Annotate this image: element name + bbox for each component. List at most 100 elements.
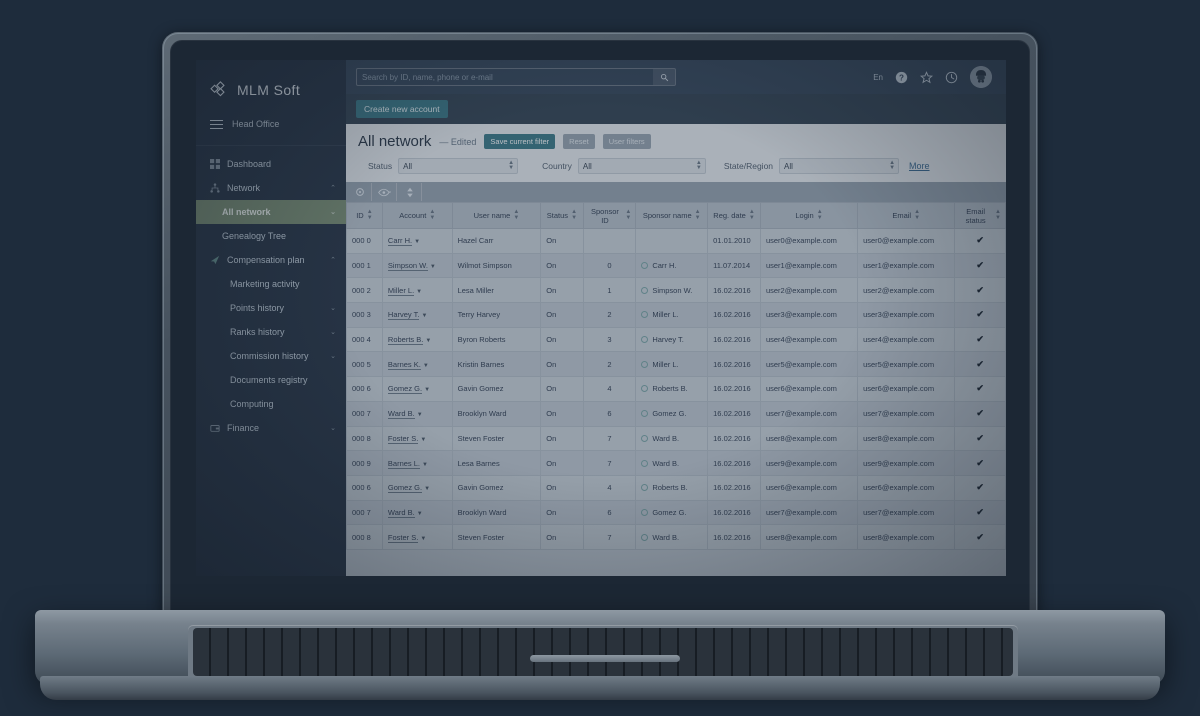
account-link[interactable]: Ward B. xyxy=(387,409,415,420)
table-row[interactable]: 000 8 Foster S. ▼ Steven Foster On 7 Ward B. 16… xyxy=(346,425,1006,452)
chevron-down-icon[interactable]: ▼ xyxy=(425,338,431,344)
sidebar-item-points-history[interactable]: Points history ⌄ xyxy=(196,296,346,320)
cell-account[interactable]: Barnes K. ▼ xyxy=(381,351,453,378)
chevron-down-icon[interactable]: ▼ xyxy=(420,536,426,542)
cell-account[interactable]: Ward B. ▼ xyxy=(381,400,453,427)
create-new-account-button[interactable]: Create new account xyxy=(356,100,448,118)
cell-account[interactable]: Simpson W. ▼ xyxy=(381,252,453,279)
sidebar-item-computing[interactable]: Computing xyxy=(196,392,346,416)
table-row[interactable]: 000 8 Foster S. ▼ Steven Foster On 7 Ward B. 16… xyxy=(346,524,1006,550)
column-header-id[interactable]: ID ▲ ▼ xyxy=(346,202,383,229)
table-row[interactable]: 000 4 Roberts B. ▼ Byron Roberts On 3 Harvey T… xyxy=(346,326,1006,353)
chevron-down-icon[interactable]: ▼ xyxy=(422,462,428,468)
gear-icon[interactable] xyxy=(348,183,372,201)
filter-status-select[interactable]: All xyxy=(398,158,519,174)
chevron-down-icon[interactable]: ▼ xyxy=(414,239,420,245)
account-link[interactable]: Gomez G. xyxy=(387,384,423,395)
cell-account[interactable]: Foster S. ▼ xyxy=(381,425,453,452)
chevron-down-icon[interactable]: ▼ xyxy=(423,363,429,369)
account-link[interactable]: Simpson W. xyxy=(387,261,428,272)
help-icon[interactable]: ? xyxy=(895,71,908,84)
account-link[interactable]: Foster S. xyxy=(387,433,419,444)
sort-icon[interactable]: ▲ ▼ xyxy=(914,209,920,220)
sort-icon[interactable]: ▲ ▼ xyxy=(571,209,577,220)
clock-icon[interactable] xyxy=(945,71,958,84)
chevron-down-icon[interactable]: ▼ xyxy=(424,387,430,393)
table-row[interactable]: 000 7 Ward B. ▼ Brooklyn Ward On 6 Gomez G. 16.… xyxy=(346,499,1006,526)
search-box[interactable] xyxy=(356,68,676,86)
chevron-down-icon[interactable]: ▼ xyxy=(417,511,423,517)
sidebar-item-network[interactable]: Network ⌃ xyxy=(196,176,346,200)
account-link[interactable]: Harvey T. xyxy=(387,310,420,321)
more-filters-link[interactable]: More xyxy=(909,161,930,171)
brand-logo[interactable]: MLM Soft xyxy=(196,60,346,100)
table-row[interactable]: 000 6 Gomez G. ▼ Gavin Gomez On 4 Roberts B. 16… xyxy=(346,376,1006,402)
column-header-email[interactable]: Email ▲ ▼ xyxy=(857,202,956,229)
table-row[interactable]: 000 3 Harvey T. ▼ Terry Harvey On 2 Miller L. 1… xyxy=(346,302,1006,328)
column-header-sponsor-id[interactable]: Sponsor ID ▲ ▼ xyxy=(582,202,637,229)
account-link[interactable]: Gomez G. xyxy=(387,483,423,494)
sort-icon[interactable]: ▲ ▼ xyxy=(367,209,373,220)
star-icon[interactable] xyxy=(919,70,934,84)
account-link[interactable]: Roberts B. xyxy=(387,335,424,346)
avatar[interactable] xyxy=(970,66,992,88)
account-link[interactable]: Carr H. xyxy=(387,236,413,247)
cell-account[interactable]: Harvey T. ▼ xyxy=(381,302,453,328)
sort-icon[interactable]: ▲ ▼ xyxy=(625,209,631,220)
cell-account[interactable]: Barnes L. ▼ xyxy=(381,450,453,476)
sidebar-item-documents-registry[interactable]: Documents registry xyxy=(196,368,346,392)
column-header-email-status[interactable]: Email status ▲ ▼ xyxy=(954,202,1006,229)
sort-icon[interactable]: ▲ ▼ xyxy=(429,209,435,220)
account-link[interactable]: Barnes K. xyxy=(387,359,421,370)
account-link[interactable]: Barnes L. xyxy=(387,458,421,469)
column-header-reg-date[interactable]: Reg. date ▲ ▼ xyxy=(707,202,761,229)
sort-icon[interactable]: ▲ ▼ xyxy=(749,209,755,220)
user-filters-button[interactable]: User filters xyxy=(602,134,651,149)
table-row[interactable]: 000 9 Barnes L. ▼ Lesa Barnes On 7 Ward B. 16.0… xyxy=(346,450,1006,476)
cell-account[interactable]: Foster S. ▼ xyxy=(381,524,453,550)
reset-button[interactable]: Reset xyxy=(563,134,595,149)
account-link[interactable]: Miller L. xyxy=(387,285,415,296)
account-link[interactable]: Foster S. xyxy=(387,532,419,543)
table-row[interactable]: 000 0 Carr H. ▼ Hazel Carr On 01.01.2010 user0… xyxy=(346,228,1006,254)
column-header-login[interactable]: Login ▲ ▼ xyxy=(759,202,859,229)
cell-account[interactable]: Ward B. ▼ xyxy=(381,499,453,526)
eye-icon[interactable] xyxy=(373,183,397,201)
table-row[interactable]: 000 7 Ward B. ▼ Brooklyn Ward On 6 Gomez G. 16.… xyxy=(346,400,1006,427)
sort-icon[interactable]: ▲ ▼ xyxy=(995,209,1001,220)
table-container[interactable]: ID ▲ ▼ Account ▲ ▼ User name ▲ ▼ Status ▲ ▼ Sponsor … xyxy=(346,202,1006,576)
save-current-filter-button[interactable]: Save current filter xyxy=(484,134,556,149)
sort-icon[interactable]: ▲ ▼ xyxy=(513,209,519,220)
sidebar-item-compensation-plan[interactable]: Compensation plan ⌃ xyxy=(196,248,346,272)
sidebar-item-marketing-activity[interactable]: Marketing activity xyxy=(196,272,346,296)
sort-icon[interactable]: ▲ ▼ xyxy=(817,209,823,220)
column-header-account[interactable]: Account ▲ ▼ xyxy=(381,202,453,229)
account-link[interactable]: Ward B. xyxy=(387,507,415,518)
cell-account[interactable]: Gomez G. ▼ xyxy=(381,376,453,402)
office-selector[interactable]: Head Office xyxy=(196,104,346,146)
chevron-down-icon[interactable]: ▼ xyxy=(424,486,430,492)
sidebar-item-commission-history[interactable]: Commission history ⌄ xyxy=(196,344,346,368)
sidebar-item-dashboard[interactable]: Dashboard xyxy=(196,152,346,176)
search-icon[interactable] xyxy=(653,69,675,85)
cell-account[interactable]: Carr H. ▼ xyxy=(381,228,453,254)
search-input[interactable] xyxy=(357,69,653,85)
updown-icon[interactable] xyxy=(398,183,422,201)
filter-state-select[interactable]: All xyxy=(779,158,900,174)
table-row[interactable]: 000 1 Simpson W. ▼ Wilmot Simpson On 0 Carr H.… xyxy=(346,252,1006,279)
sidebar-item-all-network[interactable]: All network ⌄ xyxy=(196,199,346,224)
cell-account[interactable]: Miller L. ▼ xyxy=(381,277,453,304)
column-header-sponsor-name[interactable]: Sponsor name ▲ ▼ xyxy=(635,202,709,229)
chevron-down-icon[interactable]: ▼ xyxy=(416,289,422,295)
chevron-down-icon[interactable]: ▼ xyxy=(430,264,436,270)
language-switcher[interactable]: En xyxy=(873,73,883,82)
cell-account[interactable]: Gomez G. ▼ xyxy=(381,474,453,501)
chevron-down-icon[interactable]: ▼ xyxy=(420,437,426,443)
table-row[interactable]: 000 6 Gomez G. ▼ Gavin Gomez On 4 Roberts B. 16… xyxy=(346,474,1006,501)
table-row[interactable]: 000 2 Miller L. ▼ Lesa Miller On 1 Simpson W. 1… xyxy=(346,277,1006,304)
filter-country-select[interactable]: All xyxy=(577,158,706,174)
column-header-status[interactable]: Status ▲ ▼ xyxy=(540,202,584,229)
sidebar-item-ranks-history[interactable]: Ranks history ⌄ xyxy=(196,320,346,344)
chevron-down-icon[interactable]: ▼ xyxy=(421,313,427,319)
chevron-down-icon[interactable]: ▼ xyxy=(417,412,423,418)
